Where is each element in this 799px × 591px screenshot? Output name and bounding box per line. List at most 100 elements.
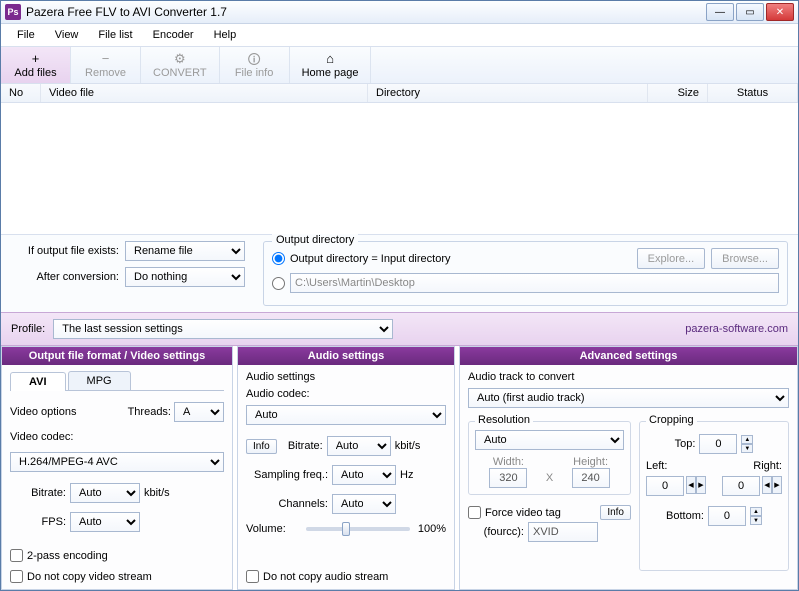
explore-button[interactable]: Explore... — [637, 248, 705, 269]
video-bitrate-label: Bitrate: — [22, 487, 66, 499]
menu-encoder[interactable]: Encoder — [143, 26, 204, 44]
outdir-path-input[interactable] — [290, 273, 779, 293]
no-copy-video-check[interactable] — [10, 570, 23, 583]
if-exists-select[interactable]: Rename file — [125, 241, 245, 261]
menubar: File View File list Encoder Help — [1, 24, 798, 46]
force-tag-check[interactable] — [468, 506, 481, 519]
crop-top-input[interactable] — [699, 434, 737, 454]
video-codec-select[interactable]: H.264/MPEG-4 AVC — [10, 452, 224, 472]
col-no[interactable]: No — [1, 84, 41, 102]
volume-label: Volume: — [246, 523, 298, 535]
home-page-button[interactable]: ⌂ Home page — [290, 47, 372, 83]
no-copy-video-label: Do not copy video stream — [27, 571, 152, 583]
sampling-unit: Hz — [400, 469, 413, 481]
file-list: No Video file Directory Size Status — [1, 84, 798, 234]
menu-help[interactable]: Help — [204, 26, 247, 44]
resolution-select[interactable]: Auto — [475, 430, 624, 450]
cropping-title: Cropping — [646, 414, 697, 426]
fourcc-label: (fourcc): — [468, 526, 524, 538]
force-tag-label: Force video tag — [485, 507, 561, 519]
crop-left-dec[interactable]: ◀ — [686, 476, 696, 494]
convert-label: CONVERT — [153, 67, 207, 79]
volume-slider[interactable] — [306, 527, 410, 531]
sampling-select[interactable]: Auto — [332, 465, 396, 485]
audio-section-label: Audio settings — [246, 371, 446, 383]
col-status[interactable]: Status — [708, 84, 798, 102]
fps-select[interactable]: Auto — [70, 512, 140, 532]
window-title: Pazera Free FLV to AVI Converter 1.7 — [26, 5, 706, 19]
video-codec-label: Video codec: — [10, 431, 73, 443]
plus-icon: + — [32, 51, 40, 65]
file-info-button[interactable]: 🛈 File info — [220, 47, 290, 83]
channels-label: Channels: — [246, 498, 328, 510]
crop-top-down[interactable]: ▼ — [741, 444, 753, 453]
tab-mpg[interactable]: MPG — [68, 371, 131, 390]
col-size[interactable]: Size — [648, 84, 708, 102]
file-info-label: File info — [235, 67, 274, 79]
convert-button[interactable]: ⚙ CONVERT — [141, 47, 220, 83]
browse-button[interactable]: Browse... — [711, 248, 779, 269]
two-pass-check[interactable] — [10, 549, 23, 562]
track-select[interactable]: Auto (first audio track) — [468, 388, 789, 408]
volume-value: 100% — [418, 523, 446, 535]
crop-right-input[interactable] — [722, 476, 760, 496]
advanced-panel-header: Advanced settings — [460, 347, 797, 365]
profile-label: Profile: — [11, 323, 45, 335]
threads-label: Threads: — [128, 406, 171, 418]
add-files-button[interactable]: + Add files — [1, 47, 71, 83]
audio-info-button[interactable]: Info — [246, 439, 277, 454]
fourcc-input[interactable] — [528, 522, 598, 542]
fourcc-info-button[interactable]: Info — [600, 505, 631, 520]
audio-bitrate-select[interactable]: Auto — [327, 436, 391, 456]
x-label: X — [546, 460, 553, 484]
after-conv-select[interactable]: Do nothing — [125, 267, 245, 287]
close-button[interactable]: ✕ — [766, 3, 794, 21]
col-file[interactable]: Video file — [41, 84, 368, 102]
crop-right-dec[interactable]: ◀ — [762, 476, 772, 494]
crop-right-inc[interactable]: ▶ — [772, 476, 782, 494]
list-body[interactable] — [1, 103, 798, 231]
fps-label: FPS: — [22, 516, 66, 528]
add-files-label: Add files — [14, 67, 56, 79]
crop-left-inc[interactable]: ▶ — [696, 476, 706, 494]
maximize-button[interactable]: ▭ — [736, 3, 764, 21]
crop-bottom-up[interactable]: ▲ — [750, 507, 762, 516]
col-dir[interactable]: Directory — [368, 84, 648, 102]
minimize-button[interactable]: — — [706, 3, 734, 21]
crop-top-up[interactable]: ▲ — [741, 435, 753, 444]
menu-filelist[interactable]: File list — [88, 26, 142, 44]
audio-codec-select[interactable]: Auto — [246, 405, 446, 425]
profile-select[interactable]: The last session settings — [53, 319, 393, 339]
audio-bitrate-unit: kbit/s — [395, 440, 421, 452]
crop-left-input[interactable] — [646, 476, 684, 496]
crop-right-label: Right: — [753, 460, 782, 472]
threads-select[interactable]: Auto — [174, 402, 224, 422]
crop-bottom-input[interactable] — [708, 506, 746, 526]
website-link[interactable]: pazera-software.com — [685, 323, 788, 335]
channels-select[interactable]: Auto — [332, 494, 396, 514]
remove-button[interactable]: − Remove — [71, 47, 141, 83]
video-bitrate-select[interactable]: Auto — [70, 483, 140, 503]
crop-bottom-down[interactable]: ▼ — [750, 516, 762, 525]
outdir-same-radio[interactable] — [272, 252, 285, 265]
no-copy-audio-check[interactable] — [246, 570, 259, 583]
width-label: Width: — [475, 456, 542, 468]
outdir-path-radio[interactable] — [272, 277, 285, 290]
track-label: Audio track to convert — [468, 371, 789, 383]
audio-panel-header: Audio settings — [238, 347, 454, 365]
tab-avi[interactable]: AVI — [10, 372, 66, 391]
outdir-same-label: Output directory = Input directory — [290, 253, 451, 265]
height-label: Height: — [557, 456, 624, 468]
video-panel-header: Output file format / Video settings — [2, 347, 232, 365]
crop-top-label: Top: — [675, 438, 696, 450]
convert-icon: ⚙ — [174, 51, 186, 65]
menu-view[interactable]: View — [45, 26, 89, 44]
audio-bitrate-label: Bitrate: — [281, 440, 323, 452]
toolbar: + Add files − Remove ⚙ CONVERT 🛈 File in… — [1, 46, 798, 84]
video-bitrate-unit: kbit/s — [144, 487, 170, 499]
no-copy-audio-label: Do not copy audio stream — [263, 571, 388, 583]
menu-file[interactable]: File — [7, 26, 45, 44]
if-exists-label: If output file exists: — [11, 245, 119, 257]
audio-codec-label: Audio codec: — [246, 388, 446, 400]
video-options-label: Video options — [10, 406, 76, 418]
